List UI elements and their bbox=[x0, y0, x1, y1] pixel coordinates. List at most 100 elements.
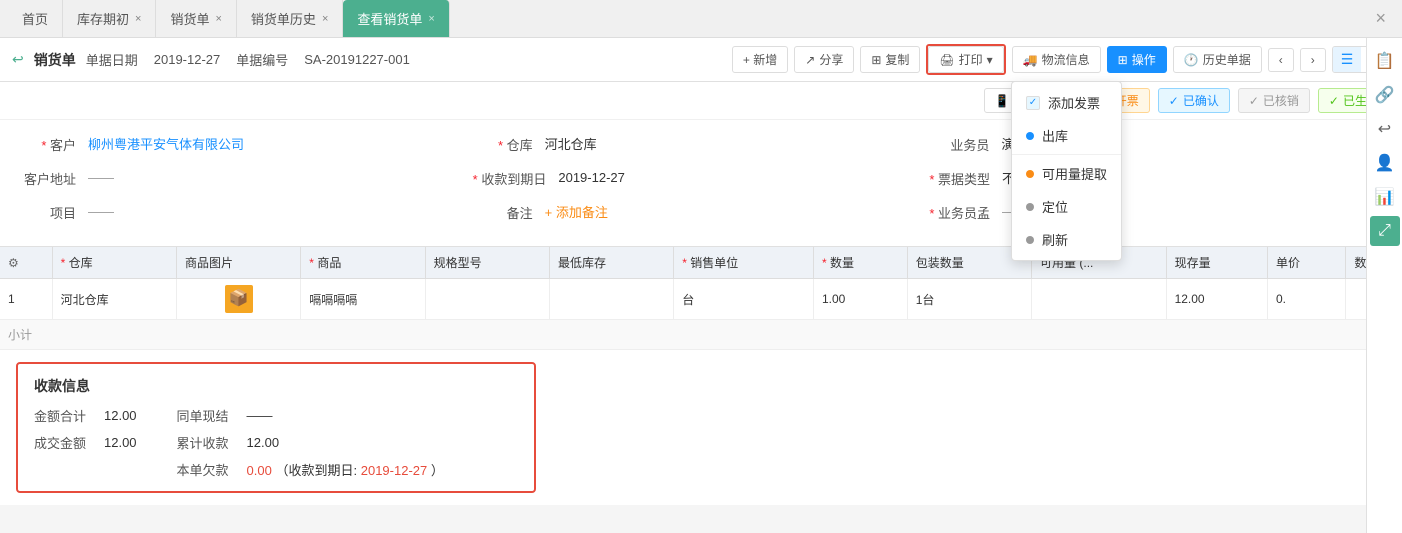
row-image: 📦 bbox=[176, 279, 300, 320]
col-spec: 规格型号 bbox=[425, 247, 549, 279]
product-table-wrapper: ⚙ 仓库 商品图片 商品 规格型号 最低库存 销售单位 数量 包装数量 可用量 … bbox=[0, 246, 1402, 350]
col-image: 商品图片 bbox=[176, 247, 300, 279]
due-date-label: 收款到期日 bbox=[473, 169, 547, 188]
address-label: 客户地址 bbox=[16, 169, 76, 188]
sidebar-icon-refresh[interactable]: ↩ bbox=[1370, 114, 1400, 144]
date-label: 单据日期 bbox=[86, 50, 138, 69]
due-date-field: 收款到期日 2019-12-27 bbox=[473, 168, 930, 188]
tab-view-sales[interactable]: 查看销货单 × bbox=[343, 0, 449, 37]
confirm-button[interactable]: ✓ 已确认 bbox=[1158, 88, 1230, 113]
sidebar-icon-clipboard[interactable]: 📋 bbox=[1370, 46, 1400, 76]
sold-check-icon: ✓ bbox=[1249, 94, 1259, 108]
available-qty-dot-icon bbox=[1026, 170, 1034, 178]
form-row-3: 项目 —— 备注 + 添加备注 业务员孟 —— bbox=[16, 200, 1386, 224]
warehouse-value: 河北仓库 bbox=[541, 132, 601, 156]
history-icon: 🕐 bbox=[1184, 53, 1199, 67]
next-button[interactable]: › bbox=[1300, 48, 1326, 72]
address-field: 客户地址 —— bbox=[16, 168, 473, 188]
form-section: 客户 柳州粤港平安气体有限公司 仓库 河北仓库 业务员 演示账号 客户地址 ——… bbox=[0, 120, 1402, 246]
warehouse-label: 仓库 bbox=[473, 135, 533, 154]
tab-sales-order-label: 销货单 bbox=[170, 9, 209, 28]
dropdown-refresh-label: 刷新 bbox=[1042, 230, 1068, 249]
form-row-1: 客户 柳州粤港平安气体有限公司 仓库 河北仓库 业务员 演示账号 bbox=[16, 132, 1386, 156]
row-product: 嗝嗝嗝嗝 bbox=[301, 279, 425, 320]
tab-sales-history-label: 销货单历史 bbox=[251, 9, 316, 28]
row-no: 1 bbox=[0, 279, 52, 320]
dropdown-add-invoice-label: 添加发票 bbox=[1048, 93, 1100, 112]
doc-meta: 单据日期 2019-12-27 单据编号 SA-20191227-001 bbox=[86, 50, 410, 69]
sidebar-icon-link[interactable]: 🔗 bbox=[1370, 80, 1400, 110]
dropdown-outbound-label: 出库 bbox=[1042, 126, 1068, 145]
tab-sales-order[interactable]: 销货单 × bbox=[156, 0, 236, 37]
share-icon: ↗ bbox=[805, 53, 815, 67]
dropdown-locate[interactable]: 定位 bbox=[1012, 190, 1121, 223]
row-min-stock bbox=[549, 279, 673, 320]
sidebar-icon-user[interactable]: 👤 bbox=[1370, 148, 1400, 178]
transaction-row: 成交金额 12.00 bbox=[34, 433, 137, 452]
locate-dot-icon bbox=[1026, 203, 1034, 211]
operations-button[interactable]: ⊞ 操作 bbox=[1107, 46, 1167, 73]
tab-view-sales-close[interactable]: × bbox=[428, 13, 434, 25]
print-dropdown-icon: ▾ bbox=[987, 53, 993, 67]
secondary-toolbar: 📱 来自手机 ● 未开票 ✓ 已确认 ✓ 已核销 ✓ 已生效 bbox=[0, 82, 1402, 120]
current-owe-value: 0.00 （收款到期日: 2019-12-27 ） bbox=[247, 460, 444, 479]
copy-button[interactable]: ⊞ 复制 bbox=[860, 46, 920, 73]
dropdown-available-qty[interactable]: 可用量提取 bbox=[1012, 157, 1121, 190]
view-list-button[interactable]: ☰ bbox=[1333, 47, 1362, 72]
app-close-button[interactable]: × bbox=[1367, 8, 1394, 29]
dropdown-add-invoice[interactable]: ✓ 添加发票 bbox=[1012, 86, 1121, 119]
cumulative-label: 累计收款 bbox=[177, 433, 237, 452]
new-button[interactable]: + 新增 bbox=[732, 46, 788, 73]
tab-sales-history-close[interactable]: × bbox=[322, 13, 328, 25]
salesperson2-field: 业务员孟 —— bbox=[929, 202, 1386, 222]
bottom-section: 收款信息 金额合计 12.00 成交金额 12.00 同单现结 —— bbox=[0, 350, 1402, 505]
address-value: —— bbox=[84, 168, 118, 188]
col-warehouse: 仓库 bbox=[52, 247, 176, 279]
tab-inventory-init[interactable]: 库存期初 × bbox=[63, 0, 156, 37]
col-settings[interactable]: ⚙ bbox=[0, 247, 52, 279]
print-button-wrap: 🖨 打印 ▾ bbox=[926, 44, 1005, 75]
note-label: 备注 bbox=[473, 203, 533, 222]
doc-type-icon: ↩ bbox=[12, 51, 24, 68]
row-quantity: 1.00 bbox=[813, 279, 907, 320]
sidebar-icon-chart[interactable]: 📊 bbox=[1370, 182, 1400, 212]
table-row: 1 河北仓库 📦 嗝嗝嗝嗝 台 1.00 1台 12.00 0. bbox=[0, 279, 1402, 320]
amount-total-value: 12.00 bbox=[104, 408, 137, 423]
tab-home[interactable]: 首页 bbox=[8, 0, 63, 37]
date-value: 2019-12-27 bbox=[154, 52, 221, 67]
row-price: 0. bbox=[1267, 279, 1345, 320]
share-button[interactable]: ↗ 分享 bbox=[794, 46, 854, 73]
tab-sales-order-close[interactable]: × bbox=[215, 13, 221, 25]
customer-value[interactable]: 柳州粤港平安气体有限公司 bbox=[84, 132, 248, 156]
due-date-value: 2019-12-27 bbox=[554, 168, 629, 188]
prev-button[interactable]: ‹ bbox=[1268, 48, 1294, 72]
row-unit: 台 bbox=[674, 279, 814, 320]
product-table: ⚙ 仓库 商品图片 商品 规格型号 最低库存 销售单位 数量 包装数量 可用量 … bbox=[0, 247, 1402, 350]
col-stock: 现存量 bbox=[1166, 247, 1267, 279]
row-spec bbox=[425, 279, 549, 320]
logistics-button[interactable]: 🚚 物流信息 bbox=[1012, 46, 1101, 73]
tab-sales-history[interactable]: 销货单历史 × bbox=[237, 0, 343, 37]
outbound-dot-icon bbox=[1026, 132, 1034, 140]
same-order-value: —— bbox=[247, 408, 273, 423]
dropdown-refresh[interactable]: 刷新 bbox=[1012, 223, 1121, 256]
col-quantity: 数量 bbox=[813, 247, 907, 279]
history-button[interactable]: 🕐 历史单据 bbox=[1173, 46, 1262, 73]
tab-view-sales-label: 查看销货单 bbox=[357, 9, 422, 28]
phone-icon: 📱 bbox=[995, 94, 1010, 108]
dropdown-available-qty-label: 可用量提取 bbox=[1042, 164, 1107, 183]
dropdown-locate-label: 定位 bbox=[1042, 197, 1068, 216]
salesperson-field: 业务员 演示账号 bbox=[929, 132, 1386, 156]
operations-icon: ⊞ bbox=[1118, 53, 1128, 67]
note-add-button[interactable]: + 添加备注 bbox=[541, 200, 612, 224]
dropdown-outbound[interactable]: 出库 bbox=[1012, 119, 1121, 152]
toolbar: ↩ 销货单 单据日期 2019-12-27 单据编号 SA-20191227-0… bbox=[0, 38, 1402, 82]
sold-badge: ✓ 已核销 bbox=[1238, 88, 1310, 113]
row-stock: 12.00 bbox=[1166, 279, 1267, 320]
project-value: —— bbox=[84, 202, 118, 222]
tab-inventory-init-close[interactable]: × bbox=[135, 13, 141, 25]
project-label: 项目 bbox=[16, 203, 76, 222]
sidebar-icon-expand[interactable]: ⤢ bbox=[1370, 216, 1400, 246]
right-sidebar: 📋 🔗 ↩ 👤 📊 ⤢ bbox=[1366, 38, 1402, 533]
print-button[interactable]: 🖨 打印 ▾ bbox=[928, 46, 1003, 73]
